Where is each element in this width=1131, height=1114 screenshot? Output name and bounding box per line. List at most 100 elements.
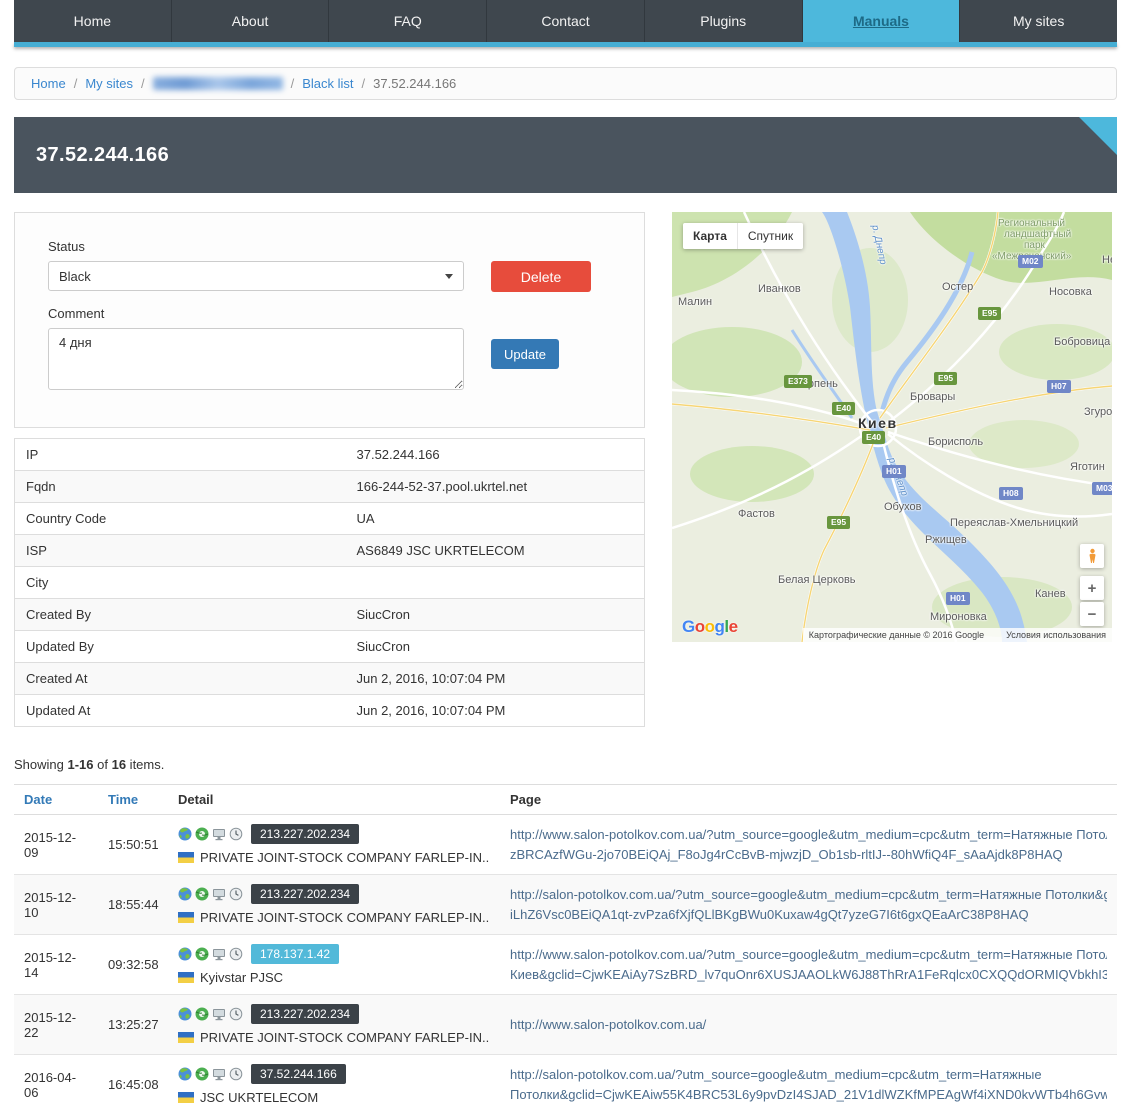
log-row: 2015-12-0915:50:51213.227.202.234PRIVATE… <box>14 815 1117 875</box>
comment-label: Comment <box>48 306 464 321</box>
monitor-icon <box>212 947 226 961</box>
monitor-icon <box>212 1007 226 1021</box>
detail-label: Created By <box>15 599 346 631</box>
ip-badge[interactable]: 213.227.202.234 <box>251 884 359 904</box>
google-map[interactable]: Региональныйландшафтныйпарк«Межреченский… <box>672 212 1112 642</box>
map-terms-link[interactable]: Условия использования <box>1006 630 1106 640</box>
delete-button[interactable]: Delete <box>491 261 591 292</box>
page-url: http://www.salon-potolkov.com.ua/?utm_so… <box>510 825 1107 845</box>
zoom-in-button[interactable]: + <box>1080 576 1104 600</box>
google-logo-letter: o <box>695 617 705 636</box>
road-badge: H01 <box>882 465 906 478</box>
column-header-date[interactable]: Date <box>14 785 98 815</box>
log-date: 2015-12-09 <box>14 815 98 875</box>
nav-item-contact[interactable]: Contact <box>486 0 644 42</box>
google-logo-letter: g <box>715 617 725 636</box>
nav-item-faq[interactable]: FAQ <box>328 0 486 42</box>
ukraine-flag-icon <box>178 1032 194 1043</box>
breadcrumb-separator: / <box>74 76 78 91</box>
google-logo-letter: e <box>729 617 738 636</box>
ip-badge[interactable]: 178.137.1.42 <box>251 944 339 964</box>
organization-row: Kyivstar PJSC <box>178 970 490 985</box>
log-date: 2015-12-22 <box>14 995 98 1055</box>
google-logo-letter: G <box>682 617 695 636</box>
results-summary: Showing 1-16 of 16 items. <box>14 757 1117 772</box>
map-label: Канев <box>1035 588 1066 600</box>
map-label: Борисполь <box>928 436 983 448</box>
detail-label: Updated By <box>15 631 346 663</box>
detail-value: SiucCron <box>346 631 645 663</box>
nav-item-my-sites[interactable]: My sites <box>959 0 1117 42</box>
log-page: http://www.salon-potolkov.com.ua/ <box>500 995 1117 1055</box>
google-logo: Google <box>682 617 738 637</box>
clock-icon <box>229 1007 243 1021</box>
log-page: http://www.salon-potolkov.com.ua/?utm_so… <box>500 815 1117 875</box>
breadcrumb-item-home[interactable]: Home <box>31 76 66 91</box>
globe-icon <box>178 1067 192 1081</box>
status-label: Status <box>48 239 464 254</box>
detail-icons: 213.227.202.234 <box>178 824 490 844</box>
nav-item-manuals[interactable]: Manuals <box>802 0 960 42</box>
detail-row: Fqdn166-244-52-37.pool.ukrtel.net <box>15 471 645 503</box>
organization-row: PRIVATE JOINT-STOCK COMPANY FARLEP-IN... <box>178 910 490 925</box>
map-label: Ржищев <box>925 534 967 546</box>
browser-icon <box>195 1007 209 1021</box>
detail-value: 166-244-52-37.pool.ukrtel.net <box>346 471 645 503</box>
log-detail: 37.52.244.166 JSC UKRTELECOM <box>168 1055 500 1114</box>
detail-row: Created AtJun 2, 2016, 10:07:04 PM <box>15 663 645 695</box>
map-label: Региональный <box>998 218 1065 229</box>
map-label: Носовка <box>1049 286 1092 298</box>
zoom-out-button[interactable]: − <box>1080 602 1104 626</box>
browser-icon <box>195 887 209 901</box>
log-detail: 213.227.202.234 PRIVATE JOINT-STOCK COMPA… <box>168 815 500 875</box>
detail-row: Country CodeUA <box>15 503 645 535</box>
map-copyright: Картографические данные © 2016 Google <box>809 630 984 640</box>
browser-icon <box>195 1067 209 1081</box>
page-url: Киев&gclid=CjwKEAiAy7SzBRD_lv7quOnr6XUSJ… <box>510 965 1107 985</box>
detail-value <box>346 567 645 599</box>
summary-prefix: Showing <box>14 757 67 772</box>
clock-icon <box>229 887 243 901</box>
breadcrumb-item-blurred-site[interactable] <box>153 77 283 90</box>
map-type-satellite-button[interactable]: Спутник <box>737 223 803 249</box>
globe-icon <box>178 947 192 961</box>
breadcrumb-item-black-list[interactable]: Black list <box>302 76 353 91</box>
column-header-time[interactable]: Time <box>98 785 168 815</box>
column-header-page: Page <box>500 785 1117 815</box>
google-logo-letter: o <box>705 617 715 636</box>
map-label: Иванков <box>758 283 801 295</box>
page-title: 37.52.244.166 <box>36 144 169 167</box>
road-badge: H01 <box>946 592 970 605</box>
update-button[interactable]: Update <box>491 339 559 369</box>
nav-item-plugins[interactable]: Plugins <box>644 0 802 42</box>
ip-badge[interactable]: 213.227.202.234 <box>251 824 359 844</box>
summary-total: 16 <box>112 757 126 772</box>
organization-name: PRIVATE JOINT-STOCK COMPANY FARLEP-IN... <box>200 850 490 865</box>
breadcrumb: Home/My sites//Black list/37.52.244.166 <box>14 67 1117 100</box>
detail-value: SiucCron <box>346 599 645 631</box>
map-type-map-button[interactable]: Карта <box>683 223 737 249</box>
monitor-icon <box>212 887 226 901</box>
road-badge: E95 <box>978 307 1001 320</box>
nav-item-home[interactable]: Home <box>14 0 171 42</box>
page-url: http://www.salon-potolkov.com.ua/ <box>510 1015 1107 1035</box>
ukraine-flag-icon <box>178 1092 194 1103</box>
map-label: Фастов <box>738 508 775 520</box>
status-select[interactable]: Black <box>48 261 464 291</box>
ip-badge[interactable]: 213.227.202.234 <box>251 1004 359 1024</box>
pegman-control[interactable] <box>1080 544 1104 568</box>
log-time: 09:32:58 <box>98 935 168 995</box>
comment-textarea[interactable]: 4 дня <box>48 328 464 390</box>
detail-icons: 37.52.244.166 <box>178 1064 490 1084</box>
ukraine-flag-icon <box>178 972 194 983</box>
detail-value: AS6849 JSC UKRTELECOM <box>346 535 645 567</box>
organization-row: JSC UKRTELECOM <box>178 1090 490 1105</box>
ip-badge[interactable]: 37.52.244.166 <box>251 1064 346 1084</box>
breadcrumb-item-my-sites[interactable]: My sites <box>85 76 133 91</box>
log-page: http://salon-potolkov.com.ua/?utm_source… <box>500 875 1117 935</box>
column-header-detail: Detail <box>168 785 500 815</box>
log-time: 18:55:44 <box>98 875 168 935</box>
road-badge: E40 <box>832 402 855 415</box>
nav-item-about[interactable]: About <box>171 0 329 42</box>
detail-label: Country Code <box>15 503 346 535</box>
